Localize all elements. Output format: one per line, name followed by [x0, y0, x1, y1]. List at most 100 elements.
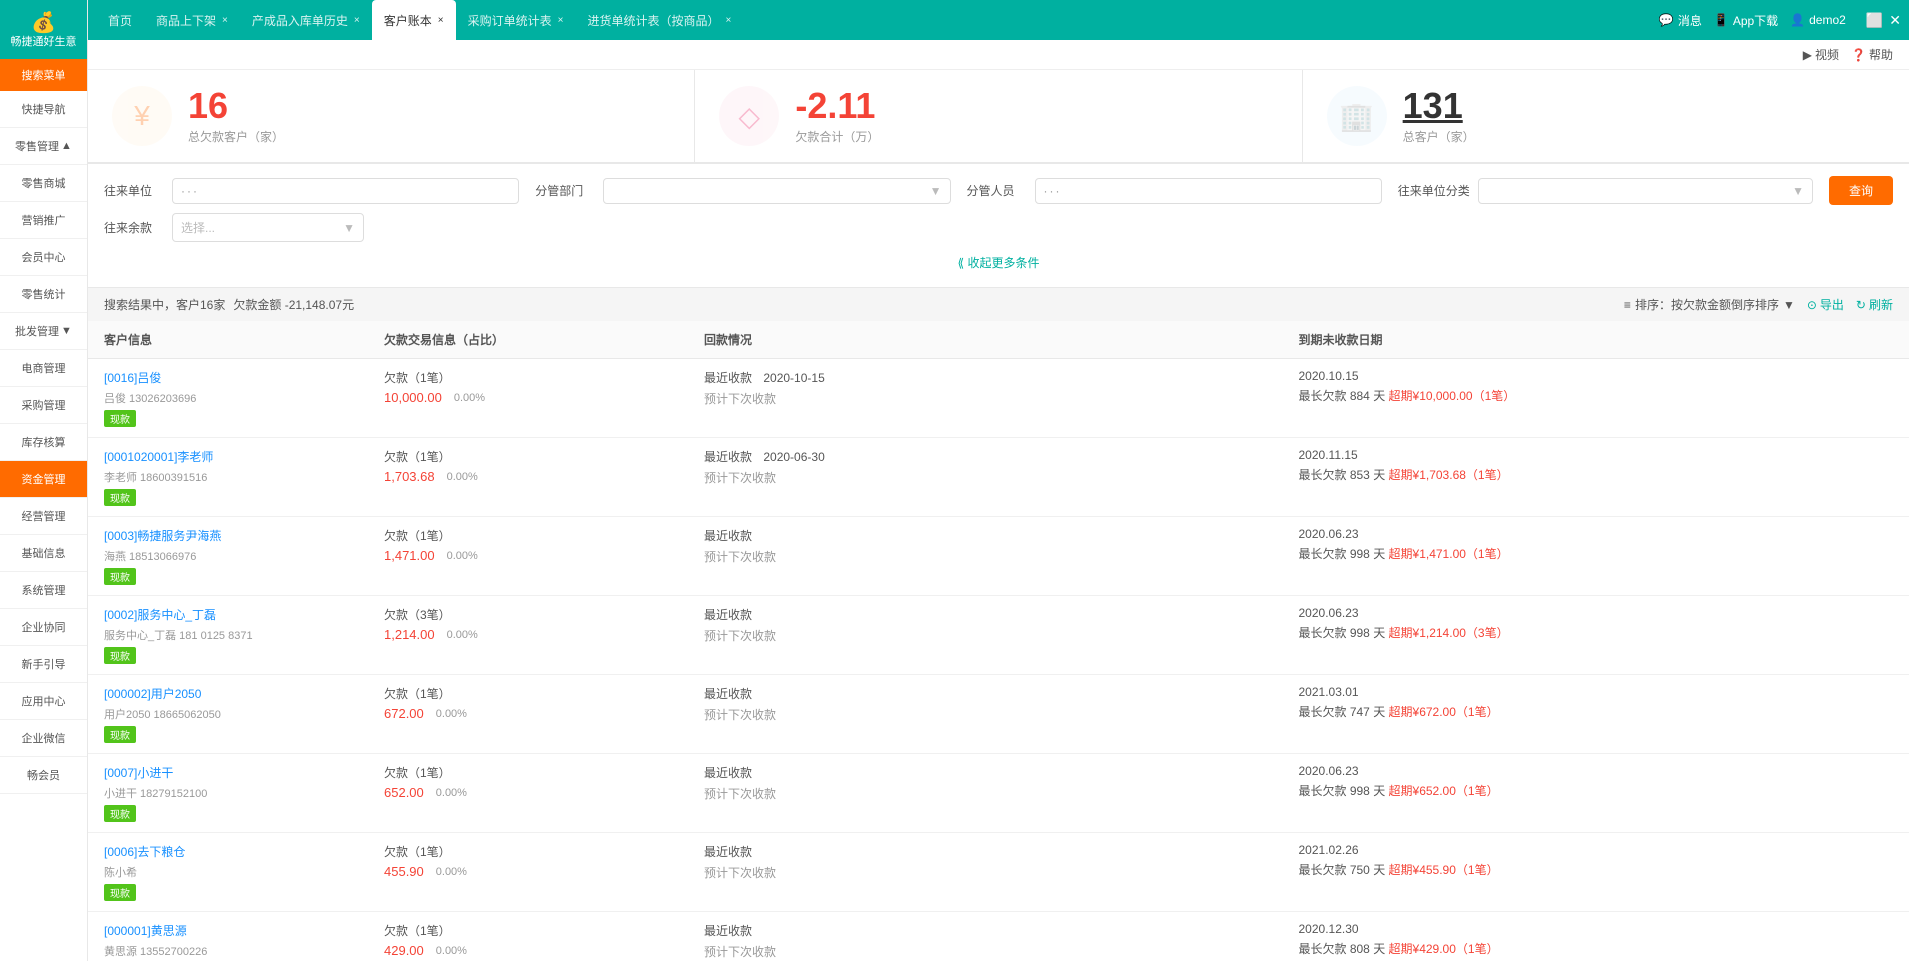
- tab-close-customer[interactable]: ×: [438, 15, 444, 26]
- sidebar-item-app-center[interactable]: 应用中心: [0, 683, 87, 720]
- customer-name-0[interactable]: [0016]吕俊: [104, 369, 384, 386]
- overdue-link-0[interactable]: 超期¥10,000.00（1笔）: [1389, 389, 1516, 403]
- overdue-link-7[interactable]: 超期¥429.00（1笔）: [1389, 942, 1499, 956]
- balance-select[interactable]: 选择... ▼: [172, 213, 364, 242]
- payback-label-4: 最近收款: [704, 685, 1299, 702]
- payback-info-7: 最近收款 预计下次收款: [704, 922, 1299, 960]
- video-btn[interactable]: ▶ 视频: [1803, 46, 1839, 63]
- window-close-btn[interactable]: ✕: [1889, 12, 1901, 29]
- customer-name-3[interactable]: [0002]服务中心_丁磊: [104, 606, 384, 623]
- overdue-link-4[interactable]: 超期¥672.00（1笔）: [1389, 705, 1499, 719]
- tab-close-production[interactable]: ×: [354, 15, 360, 26]
- sort-select[interactable]: ≡ 排序：按欠款金额倒序排序 ▼: [1624, 296, 1795, 313]
- person-input[interactable]: ···: [1035, 178, 1382, 204]
- sidebar-item-corp-wechat[interactable]: 企业微信: [0, 720, 87, 757]
- sidebar-item-operations[interactable]: 经营管理: [0, 498, 87, 535]
- payback-label-2: 最近收款: [704, 527, 1299, 544]
- category-select[interactable]: ▼: [1478, 178, 1813, 204]
- stat-info-2: 131 总客户（家）: [1403, 88, 1475, 145]
- dept-select[interactable]: ▼: [603, 178, 950, 204]
- customer-name-4[interactable]: [000002]用户2050: [104, 685, 384, 702]
- debt-info-3: 欠款（3笔） 1,214.00 0.00%: [384, 606, 704, 642]
- customer-name-6[interactable]: [0006]去下粮仓: [104, 843, 384, 860]
- payback-info-0: 最近收款 2020-10-15 预计下次收款: [704, 369, 1299, 407]
- filter-row-2: 往来余款 选择... ▼: [104, 213, 1893, 242]
- search-button[interactable]: 查询: [1829, 176, 1893, 205]
- overdue-days-3: 最长欠款 998 天 超期¥1,214.00（3笔）: [1299, 624, 1894, 641]
- overdue-link-5[interactable]: 超期¥652.00（1笔）: [1389, 784, 1499, 798]
- app-download-btn[interactable]: 📱 App下载: [1714, 12, 1778, 29]
- customer-name-7[interactable]: [000001]黄思源: [104, 922, 384, 939]
- sidebar-item-vip[interactable]: 畅会员: [0, 757, 87, 794]
- overdue-days-5: 最长欠款 998 天 超期¥652.00（1笔）: [1299, 782, 1894, 799]
- customer-phone-0: 吕俊 13026203696: [104, 390, 384, 406]
- customer-tag-5: 现款: [104, 805, 136, 822]
- tab-close-purchase[interactable]: ×: [558, 15, 564, 26]
- customer-name-2[interactable]: [0003]畅捷服务尹海燕: [104, 527, 384, 544]
- sidebar-item-enterprise[interactable]: 企业协同: [0, 609, 87, 646]
- tab-home[interactable]: 首页: [96, 0, 144, 40]
- sidebar-search-menu[interactable]: 搜索菜单: [0, 59, 87, 91]
- debt-percent-1: 0.00%: [447, 471, 478, 483]
- overdue-info-5: 2020.06.23 最长欠款 998 天 超期¥652.00（1笔）: [1299, 764, 1894, 799]
- table-row: [000001]黄思源 黄思源 13552700226 现款 欠款（1笔） 42…: [88, 912, 1909, 961]
- stat-number-1: -2.11: [795, 88, 879, 124]
- debt-info-4: 欠款（1笔） 672.00 0.00%: [384, 685, 704, 721]
- overdue-info-7: 2020.12.30 最长欠款 808 天 超期¥429.00（1笔）: [1299, 922, 1894, 957]
- customer-name-5[interactable]: [0007]小进干: [104, 764, 384, 781]
- chevron-down-icon: ▼: [1792, 184, 1804, 198]
- message-btn[interactable]: 💬 消息: [1659, 12, 1702, 29]
- sidebar-item-basic-info[interactable]: 基础信息: [0, 535, 87, 572]
- tab-close-products[interactable]: ×: [222, 15, 228, 26]
- sidebar-item-marketing[interactable]: 营销推广: [0, 202, 87, 239]
- stat-card-0: ¥ 16 总欠款客户（家）: [88, 70, 695, 162]
- export-icon: ⊙: [1807, 298, 1817, 312]
- filter-balance: 往来余款 选择... ▼: [104, 213, 364, 242]
- debt-row-3: 1,214.00 0.00%: [384, 627, 704, 642]
- tab-customer[interactable]: 客户账本×: [372, 0, 456, 40]
- sidebar-item-system[interactable]: 系统管理: [0, 572, 87, 609]
- overdue-link-2[interactable]: 超期¥1,471.00（1笔）: [1389, 547, 1509, 561]
- payback-info-3: 最近收款 预计下次收款: [704, 606, 1299, 644]
- tab-incoming[interactable]: 进货单统计表（按商品）×: [575, 0, 743, 40]
- debt-info-6: 欠款（1笔） 455.90 0.00%: [384, 843, 704, 879]
- sidebar-logo: 💰 畅捷通好生意: [0, 0, 87, 59]
- overdue-link-1[interactable]: 超期¥1,703.68（1笔）: [1389, 468, 1509, 482]
- table-row: [0002]服务中心_丁磊 服务中心_丁磊 181 0125 8371 现款 欠…: [88, 596, 1909, 675]
- window-restore-btn[interactable]: ⬜: [1866, 12, 1883, 29]
- refresh-button[interactable]: ↻ 刷新: [1856, 296, 1893, 313]
- sidebar-item-purchase-mgmt[interactable]: 采购管理: [0, 387, 87, 424]
- payback-next-5: 预计下次收款: [704, 785, 1299, 802]
- overdue-link-3[interactable]: 超期¥1,214.00（3笔）: [1389, 626, 1509, 640]
- sidebar-item-ecommerce[interactable]: 电商管理: [0, 350, 87, 387]
- sidebar-nav: 快捷导航 零售管理▲ 零售商城 营销推广 会员中心 零售统计 批发管理▼ 电商管…: [0, 91, 87, 961]
- tab-products[interactable]: 商品上下架×: [144, 0, 240, 40]
- source-unit-input[interactable]: ···: [172, 178, 519, 204]
- payback-info-4: 最近收款 预计下次收款: [704, 685, 1299, 723]
- export-button[interactable]: ⊙ 导出: [1807, 296, 1844, 313]
- payback-label-0: 最近收款 2020-10-15: [704, 369, 1299, 386]
- overdue-link-6[interactable]: 超期¥455.90（1笔）: [1389, 863, 1499, 877]
- sidebar-item-newbie[interactable]: 新手引导: [0, 646, 87, 683]
- tab-purchase[interactable]: 采购订单统计表×: [456, 0, 576, 40]
- help-btn[interactable]: ❓ 帮助: [1851, 46, 1893, 63]
- user-avatar[interactable]: 👤 demo2: [1790, 13, 1846, 27]
- customer-phone-1: 李老师 18600391516: [104, 469, 384, 485]
- payback-next-4: 预计下次收款: [704, 706, 1299, 723]
- tab-production[interactable]: 产成品入库单历史×: [240, 0, 372, 40]
- stat-icon-1: ◇: [719, 86, 779, 146]
- sidebar-item-retail-stats[interactable]: 零售统计: [0, 276, 87, 313]
- filter-label-person: 分管人员: [967, 182, 1027, 199]
- sidebar-item-retail-mgmt[interactable]: 零售管理▲: [0, 128, 87, 165]
- sidebar-item-member[interactable]: 会员中心: [0, 239, 87, 276]
- sidebar-item-capital[interactable]: 资金管理: [0, 461, 87, 498]
- collapse-row[interactable]: ⟪ 收起更多条件: [104, 250, 1893, 275]
- sidebar-item-inventory[interactable]: 库存核算: [0, 424, 87, 461]
- sidebar-item-quick-nav[interactable]: 快捷导航: [0, 91, 87, 128]
- tab-close-incoming[interactable]: ×: [725, 15, 731, 26]
- sidebar-item-batch-mgmt[interactable]: 批发管理▼: [0, 313, 87, 350]
- payback-label-5: 最近收款: [704, 764, 1299, 781]
- debt-info-2: 欠款（1笔） 1,471.00 0.00%: [384, 527, 704, 563]
- sidebar-item-retail-mall[interactable]: 零售商城: [0, 165, 87, 202]
- customer-name-1[interactable]: [0001020001]李老师: [104, 448, 384, 465]
